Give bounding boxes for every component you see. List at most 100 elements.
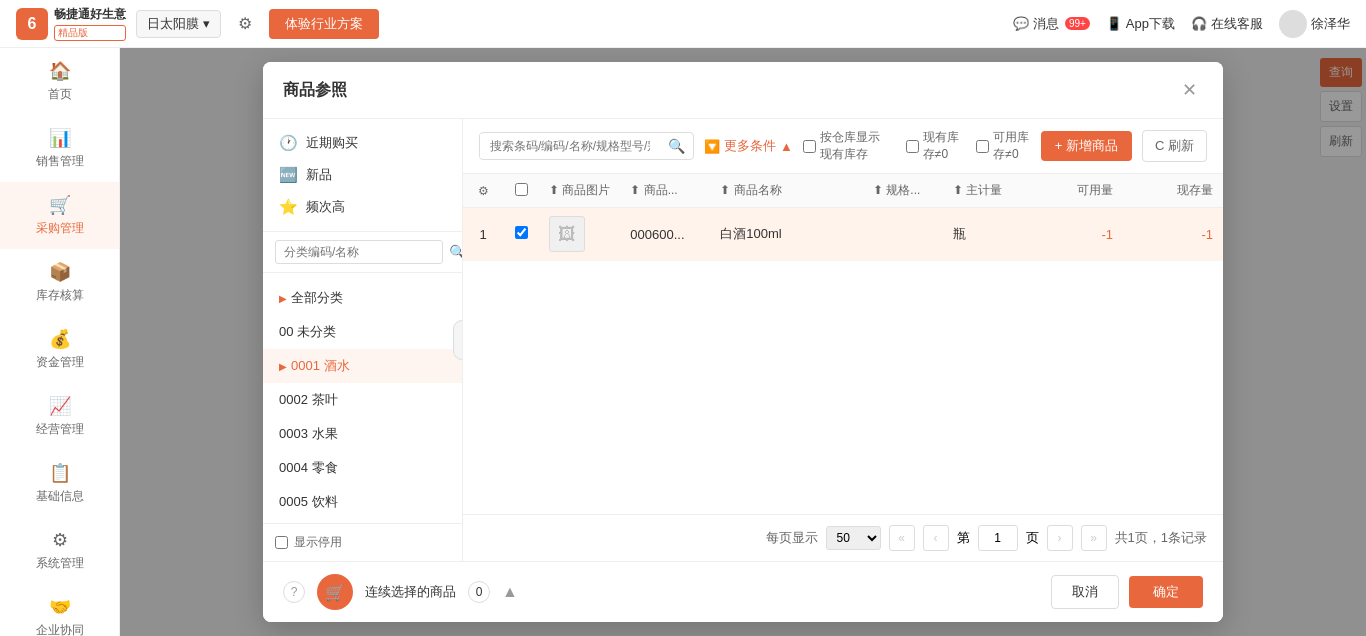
high-freq-item[interactable]: ⭐ 频次高: [263, 191, 462, 223]
product-search-button[interactable]: 🔍: [660, 133, 693, 159]
trial-button[interactable]: 体验行业方案: [269, 9, 379, 39]
cancel-button[interactable]: 取消: [1051, 575, 1119, 609]
online-service-item[interactable]: 🎧 在线客服: [1191, 15, 1263, 33]
cat-search-button[interactable]: 🔍: [449, 244, 463, 260]
checkbox-group: 按仓库显示现有库存 现有库存≠0 可用库存≠0: [803, 129, 1031, 163]
store-selector[interactable]: 日太阳膜 ▾: [136, 10, 221, 38]
collapse-footer-button[interactable]: ▲: [502, 583, 518, 601]
filter-more-button[interactable]: 🔽 更多条件 ▲: [704, 137, 793, 155]
sidebar-item-finance[interactable]: 💰 资金管理: [0, 316, 119, 383]
product-table: ⚙ ⬆ 商品图片: [463, 174, 1223, 514]
sidebar-item-purchase[interactable]: 🛒 采购管理: [0, 182, 119, 249]
product-search-input[interactable]: [480, 134, 660, 158]
cat-list: ▶ 全部分类 00 未分类 ▶ 0001 酒水 0002 茶: [263, 273, 462, 523]
prev-page-button[interactable]: ‹: [923, 525, 949, 551]
avatar: [1279, 10, 1307, 38]
logo-icon: 6: [16, 8, 48, 40]
sidebar-item-basic-info[interactable]: 📋 基础信息: [0, 450, 119, 517]
logo-text: 畅捷通好生意 精品版: [54, 6, 126, 41]
home-icon: 🏠: [49, 60, 71, 82]
show-disabled-area: 显示停用: [263, 523, 462, 561]
row-select-checkbox[interactable]: [515, 226, 528, 239]
modal-header: 商品参照 ✕: [263, 62, 1223, 119]
page-size-select[interactable]: 50 20 100: [826, 526, 881, 550]
modal-close-button[interactable]: ✕: [1175, 76, 1203, 104]
row-unit: 瓶: [943, 208, 1023, 261]
confirm-button[interactable]: 确定: [1129, 576, 1203, 608]
cat-quick: 🕐 近期购买 🆕 新品 ⭐ 频次高: [263, 119, 462, 232]
products-table: ⚙ ⬆ 商品图片: [463, 174, 1223, 261]
last-page-button[interactable]: »: [1081, 525, 1107, 551]
sales-icon: 📊: [49, 127, 71, 149]
product-toolbar: 🔍 🔽 更多条件 ▲ 按仓库显示现有库存: [463, 119, 1223, 174]
row-spec: [863, 208, 943, 261]
header-right: 💬 消息 99+ 📱 App下载 🎧 在线客服 徐泽华: [1013, 10, 1350, 38]
col-spec: ⬆ 规格...: [863, 174, 943, 208]
cat-item-2[interactable]: 0002 茶叶: [263, 383, 462, 417]
cat-item-3[interactable]: 0003 水果: [263, 417, 462, 451]
cat-search-input[interactable]: [275, 240, 443, 264]
purchase-icon: 🛒: [49, 194, 71, 216]
refresh-product-button[interactable]: C 刷新: [1142, 130, 1207, 162]
app-download-item[interactable]: 📱 App下载: [1106, 15, 1175, 33]
sidebar-item-home[interactable]: 🏠 首页: [0, 48, 119, 115]
recent-purchase-item[interactable]: 🕐 近期购买: [263, 127, 462, 159]
row-name: 白酒100ml: [710, 208, 863, 261]
modal-title: 商品参照: [283, 80, 347, 101]
row-available: -1: [1023, 208, 1123, 261]
header-nav: 日太阳膜 ▾ ⚙ 体验行业方案: [136, 8, 1013, 40]
sidebar-item-enterprise[interactable]: 🤝 企业协同: [0, 584, 119, 636]
show-disabled-checkbox[interactable]: [275, 536, 288, 549]
product-search-box: 🔍: [479, 132, 694, 160]
pagination-bar: 每页显示 50 20 100 « ‹: [463, 514, 1223, 561]
select-all-checkbox[interactable]: [515, 183, 528, 196]
sidebar-item-operations[interactable]: 📈 经营管理: [0, 383, 119, 450]
cat-item-1[interactable]: ▶ 0001 酒水: [263, 349, 462, 383]
message-item[interactable]: 💬 消息 99+: [1013, 15, 1090, 33]
sidebar-item-system[interactable]: ⚙ 系统管理: [0, 517, 119, 584]
modal-overlay: 商品参照 ✕ 🕐 近期购买 🆕: [120, 48, 1366, 636]
enterprise-icon: 🤝: [49, 596, 71, 618]
logo-area: 6 畅捷通好生意 精品版: [16, 6, 136, 41]
col-checkbox: [503, 174, 539, 208]
add-product-button[interactable]: + 新增商品: [1041, 131, 1132, 161]
user-item[interactable]: 徐泽华: [1279, 10, 1350, 38]
modal-footer: ? 🛒 连续选择的商品 0 ▲ 取消: [263, 561, 1223, 622]
star-icon: ⭐: [279, 198, 298, 216]
row-checkbox: [503, 208, 539, 261]
checkbox-available-stock[interactable]: 可用库存≠0: [976, 129, 1030, 163]
modal-body: 🕐 近期购买 🆕 新品 ⭐ 频次高: [263, 119, 1223, 561]
finance-icon: 💰: [49, 328, 71, 350]
checkbox-current-stock[interactable]: 现有库存≠0: [906, 129, 960, 163]
col-image: ⬆ 商品图片: [539, 174, 620, 208]
page-input[interactable]: [978, 525, 1018, 551]
expand-arrow-1: ▶: [279, 361, 287, 372]
row-code: 000600...: [620, 208, 710, 261]
cat-item-4[interactable]: 0004 零食: [263, 451, 462, 485]
row-image: 🖼: [539, 208, 620, 261]
cat-item-5[interactable]: 0005 饮料: [263, 485, 462, 519]
footer-left: ? 🛒 连续选择的商品 0 ▲: [283, 574, 518, 610]
cat-item-all[interactable]: ▶ 全部分类: [263, 281, 462, 315]
next-page-button[interactable]: ›: [1047, 525, 1073, 551]
top-header: 6 畅捷通好生意 精品版 日太阳膜 ▾ ⚙ 体验行业方案 💬 消息 99+ 📱 …: [0, 0, 1366, 48]
collapse-panel-button[interactable]: 《: [453, 320, 463, 360]
cart-icon: 🛒: [325, 583, 345, 602]
table-row[interactable]: 1 🖼: [463, 208, 1223, 261]
col-code: ⬆ 商品...: [620, 174, 710, 208]
help-icon-btn[interactable]: ?: [283, 581, 305, 603]
clock-icon: 🕐: [279, 134, 298, 152]
first-page-button[interactable]: «: [889, 525, 915, 551]
new-product-item[interactable]: 🆕 新品: [263, 159, 462, 191]
sidebar-item-sales[interactable]: 📊 销售管理: [0, 115, 119, 182]
sidebar-item-inventory[interactable]: 📦 库存核算: [0, 249, 119, 316]
col-unit: ⬆ 主计量: [943, 174, 1023, 208]
checkbox-warehouse-stock[interactable]: 按仓库显示现有库存: [803, 129, 890, 163]
system-icon: ⚙: [52, 529, 68, 551]
cart-icon-btn[interactable]: 🛒: [317, 574, 353, 610]
basic-info-icon: 📋: [49, 462, 71, 484]
product-panel: 🔍 🔽 更多条件 ▲ 按仓库显示现有库存: [463, 119, 1223, 561]
settings-icon-btn[interactable]: ⚙: [229, 8, 261, 40]
cat-item-0[interactable]: 00 未分类: [263, 315, 462, 349]
category-panel: 🕐 近期购买 🆕 新品 ⭐ 频次高: [263, 119, 463, 561]
